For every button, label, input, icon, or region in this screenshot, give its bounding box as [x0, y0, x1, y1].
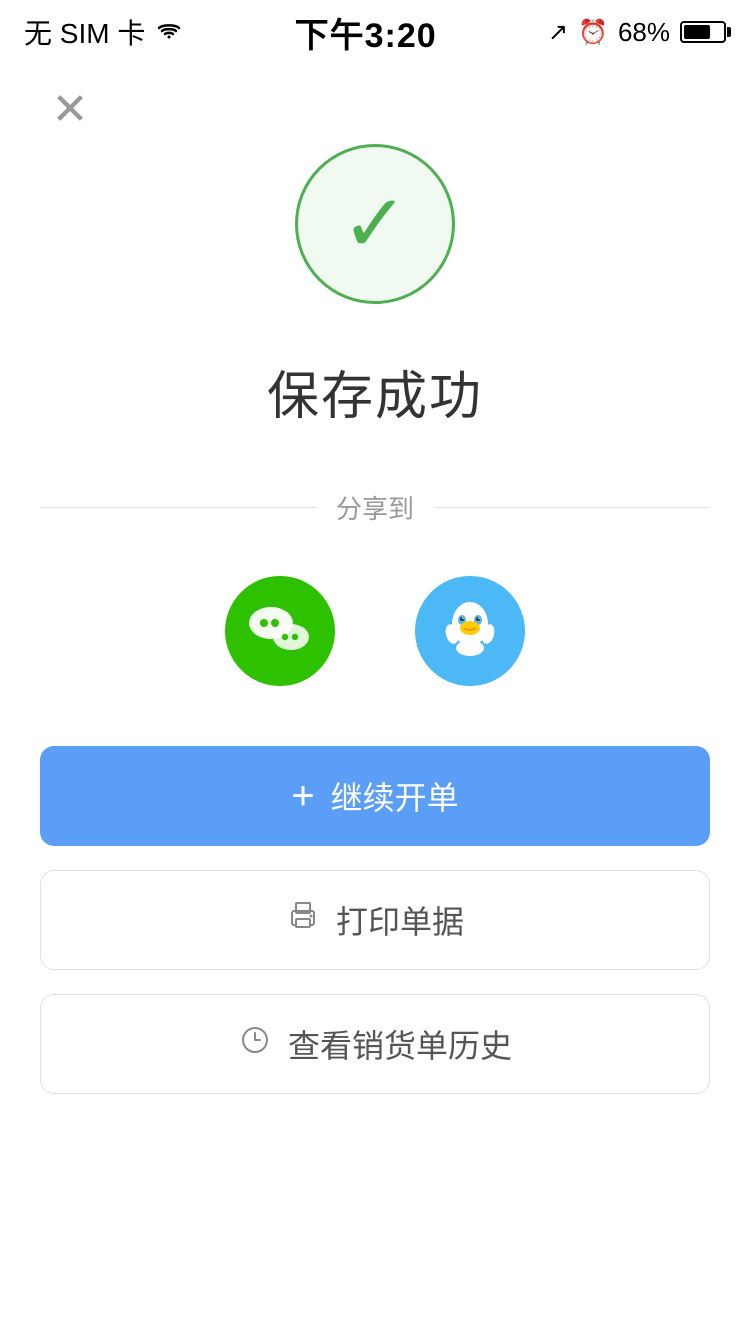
history-button[interactable]: 查看销货单历史 [40, 994, 710, 1094]
history-icon [238, 1023, 272, 1066]
location-icon: ↗ [548, 18, 568, 47]
status-time: 下午3:20 [295, 8, 437, 57]
carrier-text: 无 SIM 卡 [24, 12, 145, 52]
print-button[interactable]: 打印单据 [40, 870, 710, 970]
plus-icon: + [291, 774, 314, 819]
qq-share-button[interactable] [415, 576, 525, 686]
divider-right [434, 507, 710, 508]
divider-left [40, 507, 316, 508]
share-section: 分享到 [0, 489, 750, 686]
wechat-share-button[interactable] [225, 576, 335, 686]
alarm-icon: ⏰ [578, 18, 608, 47]
wifi-icon [155, 16, 183, 48]
action-buttons: + 继续开单 打印单据 查看销货单历史 [0, 746, 750, 1094]
share-label: 分享到 [316, 489, 434, 526]
success-circle: ✓ [295, 144, 455, 304]
close-button[interactable]: ✕ [40, 80, 100, 140]
main-content: ✓ 保存成功 分享到 [0, 64, 750, 1094]
share-icons-row [0, 576, 750, 686]
print-label: 打印单据 [336, 897, 464, 943]
print-icon [286, 899, 320, 942]
battery-icon [680, 21, 726, 43]
success-title: 保存成功 [267, 354, 483, 429]
checkmark-icon: ✓ [341, 184, 408, 264]
battery-percent: 68% [618, 17, 670, 48]
continue-label: 继续开单 [331, 773, 459, 819]
history-label: 查看销货单历史 [288, 1021, 512, 1067]
share-divider: 分享到 [0, 489, 750, 526]
status-bar: 无 SIM 卡 下午3:20 ↗ ⏰ 68% [0, 0, 750, 64]
close-icon: ✕ [52, 88, 89, 132]
continue-button[interactable]: + 继续开单 [40, 746, 710, 846]
status-right-group: ↗ ⏰ 68% [548, 17, 726, 48]
carrier-info: 无 SIM 卡 [24, 12, 183, 52]
